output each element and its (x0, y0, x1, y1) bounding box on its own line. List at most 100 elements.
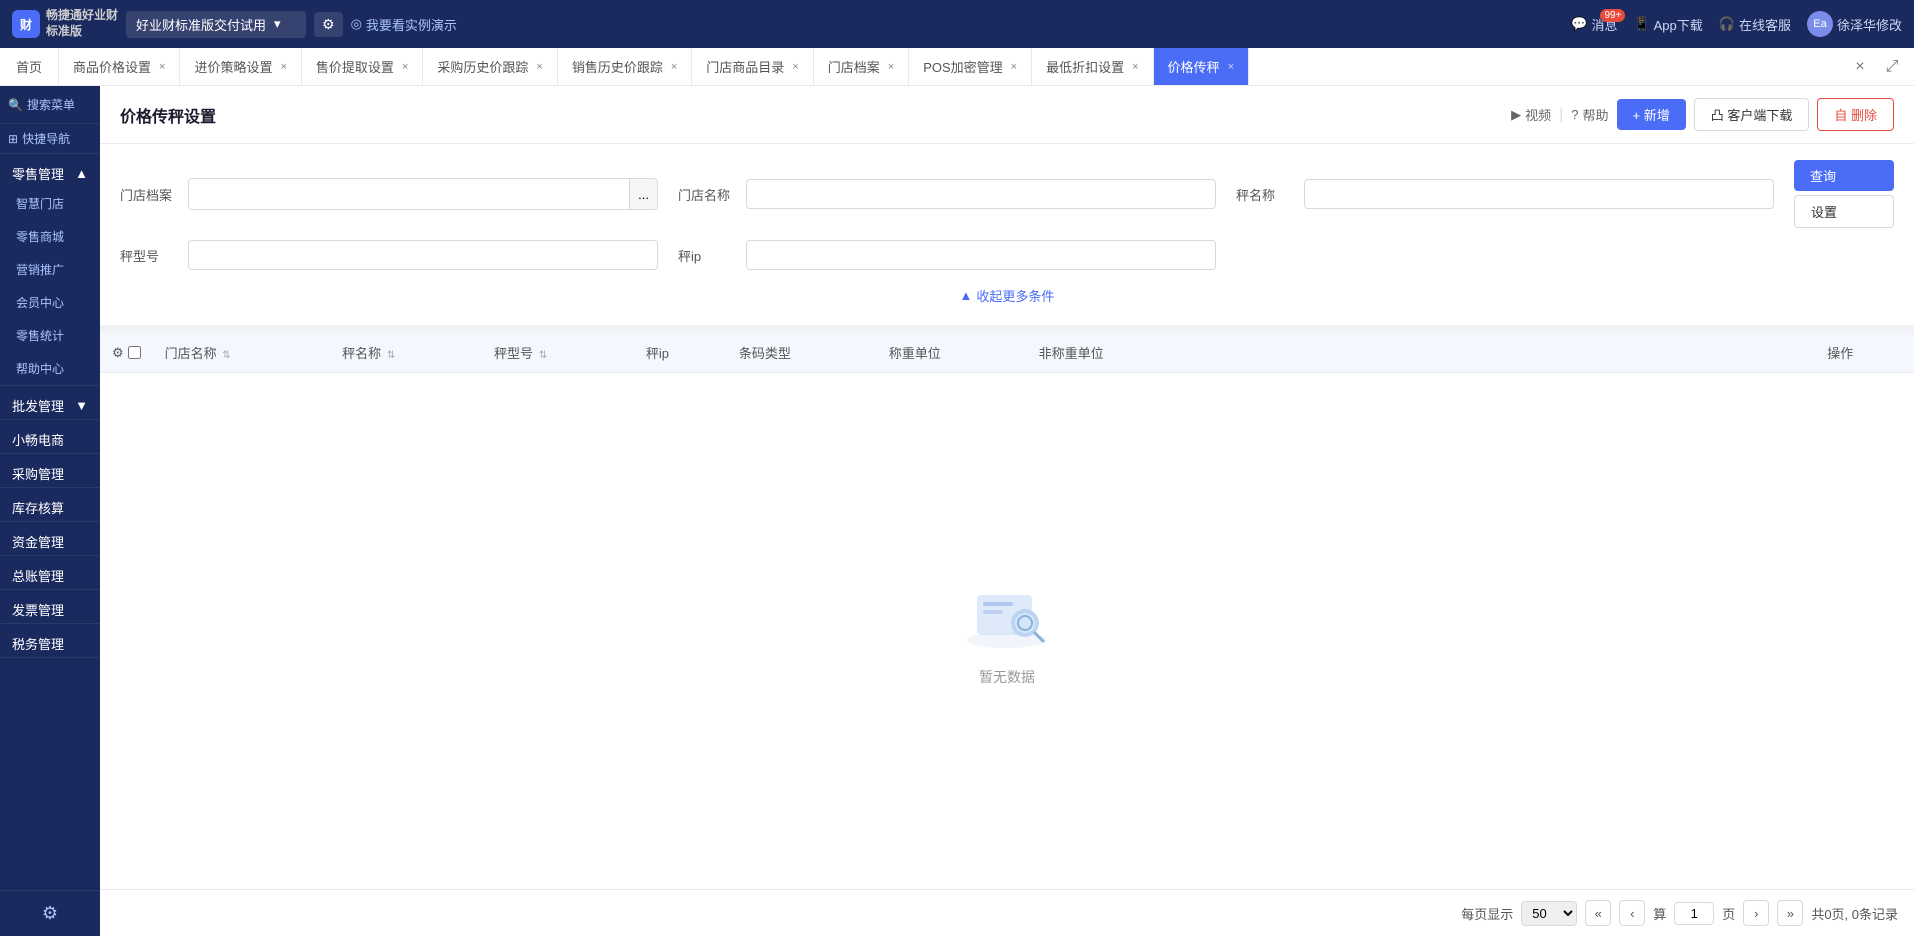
total-records-label: 共0页, 0条记录 (1811, 904, 1898, 923)
tab-price-scale[interactable]: 价格传秤 × (1154, 48, 1249, 86)
demo-link[interactable]: ◎ 我要看实例演示 (351, 15, 457, 34)
close-icon[interactable]: × (280, 61, 286, 73)
sidebar-section-invoice: 发票管理 (0, 590, 100, 624)
sidebar-item-marketing[interactable]: 营销推广 (0, 253, 100, 286)
scale-ip-input[interactable] (746, 240, 1216, 270)
sidebar-section-inventory-title[interactable]: 库存核算 (0, 488, 100, 521)
tab-sale-history[interactable]: 销售历史价跟踪 × (558, 48, 692, 86)
sidebar-item-retail-mall[interactable]: 零售商城 (0, 220, 100, 253)
filter-scale-name: 秤名称 (1236, 179, 1774, 209)
sort-icon[interactable]: ⇅ (387, 350, 395, 361)
content-area: 价格传秤设置 ▶ 视频 | ? 帮助 + 新增 凸 客户端下载 自 (100, 86, 1914, 936)
top-bar: 财 畅捷通好业财 标准版 好业财标准版交付试用 ▾ ⚙ ◎ 我要看实例演示 💬 … (0, 0, 1914, 48)
total-pages-label: 页 (1722, 904, 1735, 923)
tab-store-file[interactable]: 门店档案 × (814, 48, 909, 86)
close-icon[interactable]: × (888, 61, 894, 73)
filter-area: 门店档案 ... 门店名称 秤名称 查询 (100, 144, 1914, 325)
sort-icon[interactable]: ⇅ (222, 350, 230, 361)
sidebar-item-member-center[interactable]: 会员中心 (0, 286, 100, 319)
close-icon[interactable]: × (1132, 61, 1138, 73)
close-icon[interactable]: × (671, 61, 677, 73)
sort-icon[interactable]: ⇅ (539, 350, 547, 361)
sidebar-search[interactable]: 🔍 搜索菜单 (0, 86, 100, 124)
sidebar-section-ledger-title[interactable]: 总账管理 (0, 556, 100, 589)
user-menu-button[interactable]: Ea 徐泽华修改 (1807, 11, 1902, 37)
page-word: 算 (1653, 904, 1666, 923)
sidebar-section-purchase-title[interactable]: 采购管理 (0, 454, 100, 487)
chevron-icon: ▲ (75, 166, 88, 181)
table-header-scale-ip: 秤ip (634, 333, 727, 373)
table-header-scale-model: 秤型号 ⇅ (482, 333, 634, 373)
prev-page-button[interactable]: ‹ (1619, 900, 1645, 926)
pagination: 每页显示 50 10 20 100 « ‹ 算 页 › » 共0页, 0条记录 (100, 889, 1914, 936)
scale-name-label: 秤名称 (1236, 185, 1296, 204)
sidebar-section-wholesale-title[interactable]: 批发管理 ▼ (0, 386, 100, 419)
messages-button[interactable]: 💬 消息 99+ (1571, 15, 1617, 34)
table-header-operation: 操作 (1815, 333, 1914, 373)
close-icon[interactable]: × (536, 61, 542, 73)
store-name-input[interactable] (746, 179, 1216, 209)
tab-purchase-history[interactable]: 采购历史价跟踪 × (423, 48, 557, 86)
page-number-input[interactable] (1674, 902, 1714, 925)
last-page-button[interactable]: » (1777, 900, 1803, 926)
app-download-button[interactable]: 📱 App下载 (1633, 15, 1702, 34)
data-table: ⚙ 门店名称 ⇅ 秤名称 ⇅ (100, 333, 1914, 373)
scale-model-input[interactable] (188, 240, 658, 270)
tab-price-setting[interactable]: 商品价格设置 × (59, 48, 180, 86)
sidebar-item-smart-store[interactable]: 智慧门店 (0, 187, 100, 220)
tab-pos-manage[interactable]: POS加密管理 × (909, 48, 1032, 86)
store-file-ellipsis-button[interactable]: ... (629, 179, 657, 209)
close-icon[interactable]: × (159, 61, 165, 73)
sidebar-section-invoice-title[interactable]: 发票管理 (0, 590, 100, 623)
close-icon[interactable]: × (1011, 61, 1017, 73)
store-file-input[interactable] (189, 179, 629, 209)
sidebar-section-finance-title[interactable]: 资金管理 (0, 522, 100, 555)
tab-min-discount[interactable]: 最低折扣设置 × (1032, 48, 1153, 86)
add-button[interactable]: + 新增 (1617, 99, 1686, 130)
table-settings-icon[interactable]: ⚙ (112, 345, 124, 361)
top-right-area: 💬 消息 99+ 📱 App下载 🎧 在线客服 Ea 徐泽华修改 (1571, 11, 1902, 37)
delete-button[interactable]: 自 删除 (1817, 98, 1894, 131)
sidebar-section-ecommerce-title[interactable]: 小畅电商 (0, 420, 100, 453)
select-all-checkbox[interactable] (128, 346, 141, 359)
close-icon[interactable]: × (1228, 61, 1234, 73)
tab-close-all-button[interactable]: × (1846, 53, 1874, 81)
sidebar-item-help-center[interactable]: 帮助中心 (0, 352, 100, 385)
tab-sale-price[interactable]: 售价提取设置 × (302, 48, 423, 86)
tab-maximize-button[interactable]: ⤢ (1878, 53, 1906, 81)
tab-purchase-strategy[interactable]: 进价策略设置 × (180, 48, 301, 86)
sidebar-settings-button[interactable]: ⚙ (0, 890, 100, 936)
collapse-filters-button[interactable]: ▲ 收起更多条件 (120, 282, 1894, 309)
help-icon: ? (1571, 107, 1578, 122)
per-page-select[interactable]: 50 10 20 100 (1521, 901, 1577, 926)
download-button[interactable]: 凸 客户端下载 (1694, 98, 1810, 131)
mobile-icon: 📱 (1633, 16, 1649, 32)
store-file-input-wrapper: ... (188, 178, 658, 210)
version-selector[interactable]: 好业财标准版交付试用 ▾ (126, 11, 306, 38)
sidebar-section-tax-title[interactable]: 税务管理 (0, 624, 100, 657)
sidebar-quick-nav[interactable]: ⊞ 快捷导航 (0, 124, 100, 154)
sidebar: 🔍 搜索菜单 ⊞ 快捷导航 零售管理 ▲ 智慧门店 零售商城 营销推广 会员中心… (0, 86, 100, 936)
setting-button[interactable]: 设置 (1794, 195, 1894, 228)
first-page-button[interactable]: « (1585, 900, 1611, 926)
tab-store-catalog[interactable]: 门店商品目录 × (692, 48, 813, 86)
close-icon[interactable]: × (402, 61, 408, 73)
settings-gear-button[interactable]: ⚙ (314, 12, 343, 37)
sidebar-section-retail: 零售管理 ▲ 智慧门店 零售商城 营销推广 会员中心 零售统计 帮助中心 (0, 154, 100, 386)
tab-home[interactable]: 首页 (0, 48, 59, 86)
next-page-button[interactable]: › (1743, 900, 1769, 926)
avatar: Ea (1807, 11, 1833, 37)
filter-store-name: 门店名称 (678, 179, 1216, 209)
chevron-down-icon: ▾ (274, 16, 281, 32)
query-button[interactable]: 查询 (1794, 160, 1894, 191)
close-icon[interactable]: × (792, 61, 798, 73)
page-header: 价格传秤设置 ▶ 视频 | ? 帮助 + 新增 凸 客户端下载 自 (100, 86, 1914, 144)
table-header-weight-unit: 称重单位 (877, 333, 1027, 373)
help-link[interactable]: ? 帮助 (1571, 105, 1608, 124)
online-service-button[interactable]: 🎧 在线客服 (1719, 15, 1791, 34)
video-link[interactable]: ▶ 视频 (1511, 105, 1551, 124)
sidebar-section-retail-title[interactable]: 零售管理 ▲ (0, 154, 100, 187)
sidebar-item-retail-stats[interactable]: 零售统计 (0, 319, 100, 352)
scale-name-input[interactable] (1304, 179, 1774, 209)
page-actions: ▶ 视频 | ? 帮助 + 新增 凸 客户端下载 自 删除 (1511, 98, 1894, 143)
